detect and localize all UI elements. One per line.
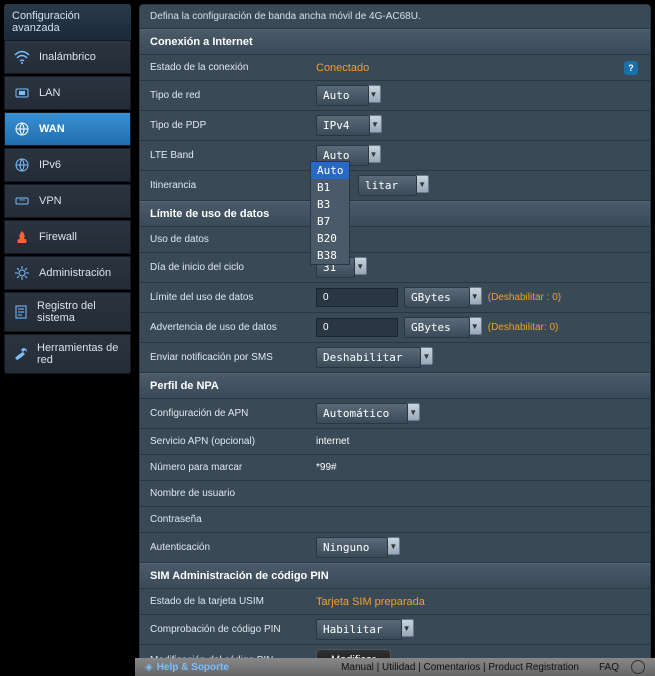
sidebar-item-vpn[interactable]: *** VPN xyxy=(4,184,131,218)
pass-label: Contraseña xyxy=(140,509,310,530)
wrench-icon xyxy=(13,345,29,363)
log-icon xyxy=(13,303,29,321)
usage-label: Uso de datos xyxy=(140,229,310,250)
gear-icon xyxy=(13,264,31,282)
sidebar-item-wan[interactable]: WAN xyxy=(4,112,131,146)
sidebar-item-label: WAN xyxy=(39,123,65,135)
sidebar-item-ipv6[interactable]: IPv6 xyxy=(4,148,131,182)
sidebar-item-log[interactable]: Registro del sistema xyxy=(4,292,131,332)
chevron-down-icon: ▼ xyxy=(406,403,420,421)
footer-help[interactable]: Help & Soporte xyxy=(157,662,229,673)
lte-option[interactable]: B38 xyxy=(311,247,349,264)
intro-text: Defina la configuración de banda ancha m… xyxy=(140,5,650,29)
chevron-down-icon: ▼ xyxy=(368,115,382,133)
footer-links[interactable]: Manual | Utilidad | Comentarios | Produc… xyxy=(341,662,579,673)
sidebar-item-label: Inalámbrico xyxy=(39,51,96,63)
usim-label: Estado de la tarjeta USIM xyxy=(140,591,310,612)
sidebar-item-lan[interactable]: LAN xyxy=(4,76,131,110)
sms-label: Enviar notificación por SMS xyxy=(140,347,310,368)
wifi-icon xyxy=(13,48,31,66)
lte-option[interactable]: Auto xyxy=(311,162,349,179)
roaming-select[interactable]: litar▼ xyxy=(358,175,429,196)
auth-select[interactable]: Ninguno▼ xyxy=(316,537,400,558)
svg-text:***: *** xyxy=(19,199,25,205)
warn-label: Advertencia de uso de datos xyxy=(140,317,310,338)
sidebar-item-label: IPv6 xyxy=(39,159,61,171)
vpn-icon: *** xyxy=(13,192,31,210)
section-npa: Perfil de NPA xyxy=(140,373,650,399)
help-icon[interactable]: ? xyxy=(624,61,638,75)
pin-check-label: Comprobación de código PIN xyxy=(140,619,310,640)
sidebar-title: Configuración avanzada xyxy=(4,4,131,40)
limit-label: Límite del uso de datos xyxy=(140,287,310,308)
sidebar-item-wireless[interactable]: Inalámbrico xyxy=(4,40,131,74)
sidebar-nav: Inalámbrico LAN WAN IPv6 *** VPN Firewall… xyxy=(4,40,131,374)
cycle-label: Día de inicio del ciclo xyxy=(140,257,310,278)
sidebar-item-label: VPN xyxy=(39,195,62,207)
chevron-down-icon: ▼ xyxy=(419,347,433,365)
unit-select[interactable]: GBytes▼ xyxy=(404,317,482,338)
chevron-down-icon: ▼ xyxy=(468,287,482,305)
settings-panel: Defina la configuración de banda ancha m… xyxy=(139,4,651,676)
sidebar-item-tools[interactable]: Herramientas de red xyxy=(4,334,131,374)
footer-bullet: ◈ xyxy=(145,662,153,673)
section-data: Límite de uso de datos xyxy=(140,201,650,227)
chevron-down-icon: ▼ xyxy=(468,317,482,335)
section-sim: SIM Administración de código PIN xyxy=(140,563,650,589)
chevron-down-icon: ▼ xyxy=(353,257,367,275)
apn-svc-value: internet xyxy=(316,436,349,447)
net-type-select[interactable]: Auto▼ xyxy=(316,85,381,106)
pdp-label: Tipo de PDP xyxy=(140,115,310,136)
footer-faq[interactable]: FAQ xyxy=(599,662,619,673)
sidebar-item-label: Firewall xyxy=(39,231,77,243)
apn-svc-label: Servicio APN (opcional) xyxy=(140,431,310,452)
warn-input[interactable] xyxy=(316,318,398,337)
footer: ◈ Help & Soporte Manual | Utilidad | Com… xyxy=(135,658,655,676)
sidebar-item-label: Administración xyxy=(39,267,111,279)
sidebar-item-label: Registro del sistema xyxy=(37,300,122,324)
lte-option[interactable]: B3 xyxy=(311,196,349,213)
search-icon[interactable] xyxy=(631,660,645,674)
dial-label: Número para marcar xyxy=(140,457,310,478)
apn-cfg-select[interactable]: Automático▼ xyxy=(316,403,420,424)
lte-option[interactable]: B1 xyxy=(311,179,349,196)
lte-option[interactable]: B7 xyxy=(311,213,349,230)
usim-value: Tarjeta SIM preparada xyxy=(316,596,425,608)
lan-icon xyxy=(13,84,31,102)
sidebar-item-admin[interactable]: Administración xyxy=(4,256,131,290)
unit-select[interactable]: GBytes▼ xyxy=(404,287,482,308)
sidebar-item-label: Herramientas de red xyxy=(37,342,122,366)
apn-cfg-label: Configuración de APN xyxy=(140,403,310,424)
sidebar-item-label: LAN xyxy=(39,87,60,99)
limit-hint: (Deshabilitar : 0) xyxy=(488,292,561,303)
section-internet: Conexión a Internet xyxy=(140,29,650,55)
lte-label: LTE Band xyxy=(140,145,310,166)
fire-icon xyxy=(13,228,31,246)
sms-select[interactable]: Deshabilitar▼ xyxy=(316,347,433,368)
sidebar-item-firewall[interactable]: Firewall xyxy=(4,220,131,254)
net-type-label: Tipo de red xyxy=(140,85,310,106)
pdp-select[interactable]: IPv4▼ xyxy=(316,115,382,136)
lte-dropdown: Auto B1 B3 B7 B20 B38 xyxy=(310,161,350,265)
pin-check-select[interactable]: Habilitar▼ xyxy=(316,619,414,640)
status-value: Conectado xyxy=(316,62,369,74)
user-label: Nombre de usuario xyxy=(140,483,310,504)
roaming-label: Itinerancia xyxy=(140,175,310,196)
limit-input[interactable] xyxy=(316,288,398,307)
lte-option[interactable]: B20 xyxy=(311,230,349,247)
chevron-down-icon: ▼ xyxy=(415,175,429,193)
warn-hint: (Deshabilitar: 0) xyxy=(488,322,559,333)
auth-label: Autenticación xyxy=(140,537,310,558)
chevron-down-icon: ▼ xyxy=(367,145,381,163)
chevron-down-icon: ▼ xyxy=(386,537,400,555)
chevron-down-icon: ▼ xyxy=(400,619,414,637)
dial-value: *99# xyxy=(316,462,337,473)
globe-icon xyxy=(13,120,31,138)
chevron-down-icon: ▼ xyxy=(367,85,381,103)
globe-icon xyxy=(13,156,31,174)
status-label: Estado de la conexión xyxy=(140,57,310,78)
